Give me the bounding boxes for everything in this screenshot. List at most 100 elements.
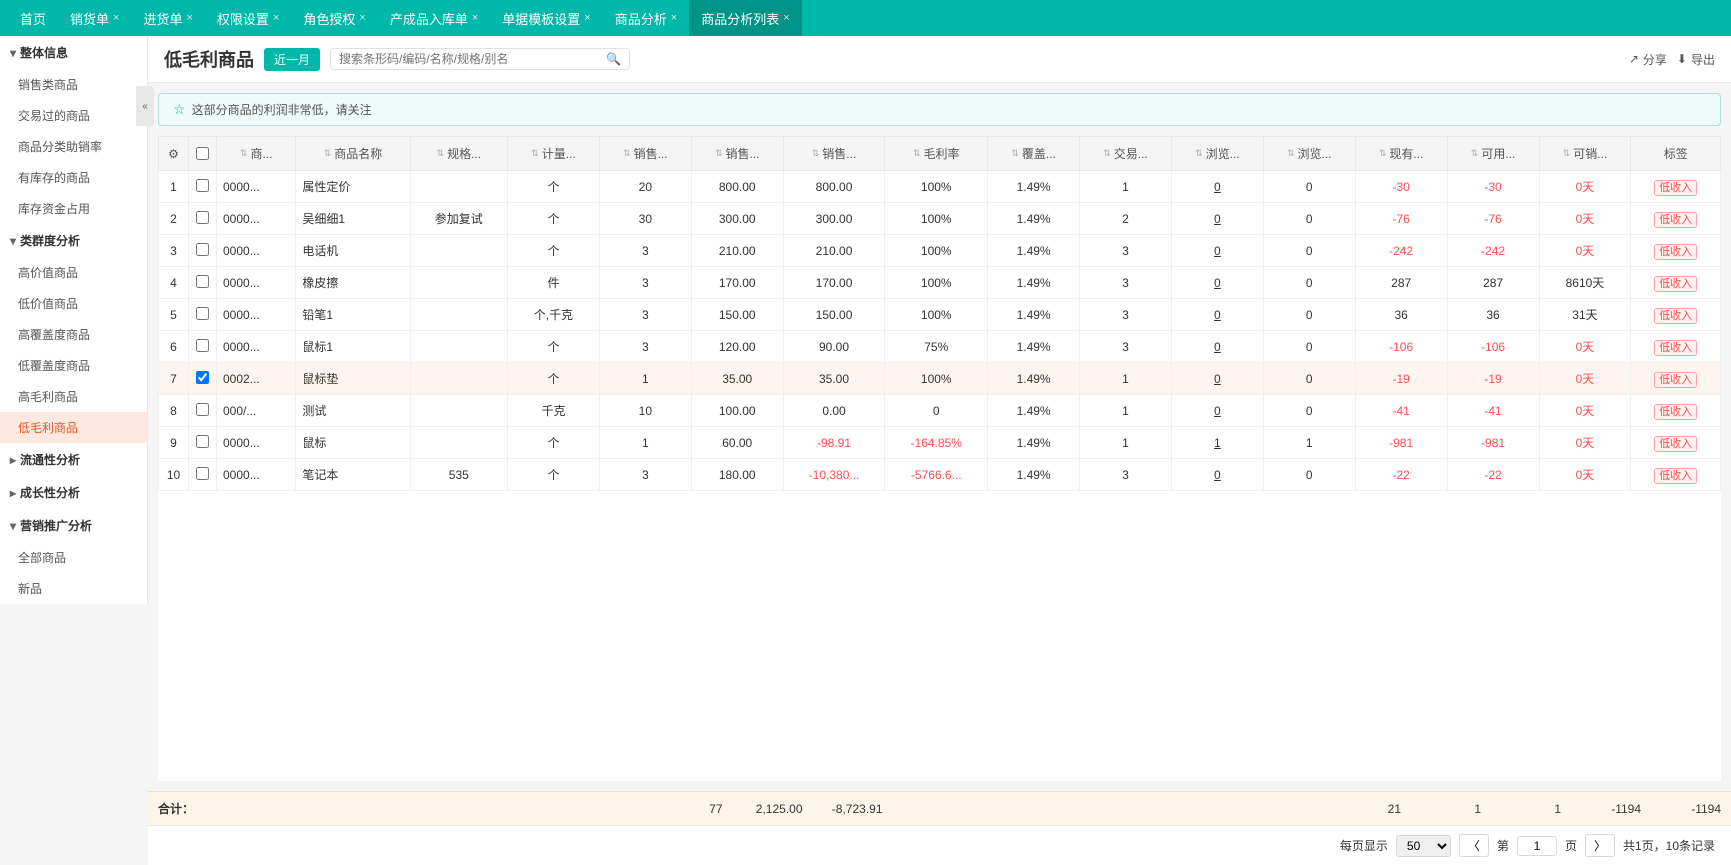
- nav-roles[interactable]: 角色授权 ×: [291, 0, 377, 36]
- nav-home[interactable]: 首页: [8, 0, 58, 36]
- cell-view1[interactable]: 0: [1171, 459, 1263, 491]
- row-checkbox[interactable]: [196, 211, 209, 224]
- nav-sales-close[interactable]: ×: [113, 12, 119, 24]
- nav-product-entry-close[interactable]: ×: [472, 12, 478, 24]
- row-checkbox[interactable]: [196, 243, 209, 256]
- sidebar-item-category-rate[interactable]: 商品分类助销率: [0, 131, 147, 162]
- table-container[interactable]: ⚙ ⇅商... ⇅商品名称 ⇅规格...: [158, 136, 1721, 781]
- nav-analysis-list[interactable]: 商品分析列表 ×: [689, 0, 801, 36]
- nav-purchase[interactable]: 进货单 ×: [131, 0, 204, 36]
- col-view2[interactable]: ⇅浏览...: [1263, 137, 1355, 171]
- row-checkbox[interactable]: [196, 307, 209, 320]
- view1-link[interactable]: 0: [1214, 340, 1221, 354]
- cell-view1[interactable]: 0: [1171, 171, 1263, 203]
- cell-check[interactable]: [189, 171, 217, 203]
- page-input[interactable]: [1517, 836, 1557, 856]
- col-check[interactable]: [189, 137, 217, 171]
- view1-link[interactable]: 0: [1214, 404, 1221, 418]
- sidebar-collapse-btn[interactable]: «: [136, 86, 154, 126]
- sidebar-section-growth[interactable]: ▸ 成长性分析: [0, 476, 147, 509]
- col-settings[interactable]: ⚙: [159, 137, 189, 171]
- cell-check[interactable]: [189, 235, 217, 267]
- search-box[interactable]: 🔍: [330, 48, 630, 70]
- view1-link[interactable]: 0: [1214, 244, 1221, 258]
- cell-view1[interactable]: 0: [1171, 299, 1263, 331]
- view1-link[interactable]: 0: [1214, 468, 1221, 482]
- col-gross-rate[interactable]: ⇅毛利率: [885, 137, 988, 171]
- select-all-checkbox[interactable]: [196, 147, 209, 160]
- cell-view1[interactable]: 0: [1171, 363, 1263, 395]
- sidebar-item-all-goods[interactable]: 全部商品: [0, 542, 147, 573]
- nav-permissions[interactable]: 权限设置 ×: [205, 0, 291, 36]
- cell-check[interactable]: [189, 331, 217, 363]
- nav-product-entry[interactable]: 产成品入库单 ×: [378, 0, 490, 36]
- col-current[interactable]: ⇅现有...: [1355, 137, 1447, 171]
- col-unit[interactable]: ⇅计量...: [508, 137, 600, 171]
- cell-check[interactable]: [189, 267, 217, 299]
- cell-check[interactable]: [189, 395, 217, 427]
- row-checkbox[interactable]: [196, 467, 209, 480]
- cell-view1[interactable]: 0: [1171, 395, 1263, 427]
- sidebar-item-low-margin[interactable]: 低毛利商品: [0, 412, 147, 443]
- nav-analysis[interactable]: 商品分析 ×: [603, 0, 689, 36]
- cell-check[interactable]: [189, 299, 217, 331]
- share-button[interactable]: ↗ 分享: [1629, 51, 1667, 68]
- nav-template[interactable]: 单据模板设置 ×: [490, 0, 602, 36]
- cell-view1[interactable]: 0: [1171, 331, 1263, 363]
- settings-icon[interactable]: ⚙: [168, 147, 179, 161]
- sidebar-item-traded-goods[interactable]: 交易过的商品: [0, 100, 147, 131]
- row-checkbox[interactable]: [196, 403, 209, 416]
- sidebar-section-overall[interactable]: ▾ 整体信息: [0, 36, 147, 69]
- view1-link[interactable]: 0: [1214, 180, 1221, 194]
- nav-purchase-close[interactable]: ×: [186, 12, 192, 24]
- cell-view1[interactable]: 0: [1171, 203, 1263, 235]
- view1-link[interactable]: 1: [1214, 436, 1221, 450]
- cell-check[interactable]: [189, 459, 217, 491]
- cell-check[interactable]: [189, 203, 217, 235]
- view1-link[interactable]: 0: [1214, 276, 1221, 290]
- sidebar-item-high-coverage[interactable]: 高覆盖度商品: [0, 319, 147, 350]
- cell-check[interactable]: [189, 363, 217, 395]
- row-checkbox[interactable]: [196, 275, 209, 288]
- view1-link[interactable]: 0: [1214, 308, 1221, 322]
- row-checkbox[interactable]: [196, 371, 209, 384]
- row-checkbox[interactable]: [196, 179, 209, 192]
- sidebar-item-in-stock[interactable]: 有库存的商品: [0, 162, 147, 193]
- view1-link[interactable]: 0: [1214, 372, 1221, 386]
- sidebar-section-cluster[interactable]: ▾ 类群度分析: [0, 224, 147, 257]
- sidebar-section-marketing[interactable]: ▾ 营销推广分析: [0, 509, 147, 542]
- cell-view1[interactable]: 0: [1171, 235, 1263, 267]
- sidebar-item-high-margin[interactable]: 高毛利商品: [0, 381, 147, 412]
- col-sales-amount[interactable]: ⇅销售...: [691, 137, 783, 171]
- col-sales-profit[interactable]: ⇅销售...: [783, 137, 885, 171]
- view1-link[interactable]: 0: [1214, 212, 1221, 226]
- period-button[interactable]: 近一月: [264, 48, 320, 71]
- sidebar-item-sales-goods[interactable]: 销售类商品: [0, 69, 147, 100]
- col-available[interactable]: ⇅可用...: [1447, 137, 1539, 171]
- col-sellable[interactable]: ⇅可销...: [1539, 137, 1631, 171]
- per-page-select[interactable]: 50 100 200: [1396, 835, 1451, 857]
- nav-analysis-list-close[interactable]: ×: [783, 12, 789, 24]
- col-view1[interactable]: ⇅浏览...: [1171, 137, 1263, 171]
- col-tag[interactable]: 标签: [1631, 137, 1721, 171]
- nav-roles-close[interactable]: ×: [359, 12, 365, 24]
- col-code[interactable]: ⇅商...: [217, 137, 296, 171]
- next-page-btn[interactable]: 〉: [1585, 834, 1615, 857]
- col-trade[interactable]: ⇅交易...: [1080, 137, 1172, 171]
- search-icon[interactable]: 🔍: [606, 52, 621, 66]
- cell-check[interactable]: [189, 427, 217, 459]
- sidebar-item-low-coverage[interactable]: 低覆盖度商品: [0, 350, 147, 381]
- row-checkbox[interactable]: [196, 435, 209, 448]
- sidebar-item-high-value[interactable]: 高价值商品: [0, 257, 147, 288]
- col-sales-qty[interactable]: ⇅销售...: [599, 137, 691, 171]
- nav-analysis-close[interactable]: ×: [671, 12, 677, 24]
- prev-page-btn[interactable]: 〈: [1459, 834, 1489, 857]
- search-input[interactable]: [339, 52, 600, 66]
- col-spec[interactable]: ⇅规格...: [410, 137, 507, 171]
- row-checkbox[interactable]: [196, 339, 209, 352]
- cell-view1[interactable]: 0: [1171, 267, 1263, 299]
- sidebar-section-liquidity[interactable]: ▸ 流通性分析: [0, 443, 147, 476]
- export-button[interactable]: ⬇ 导出: [1677, 51, 1715, 68]
- sidebar-item-new-goods[interactable]: 新品: [0, 573, 147, 604]
- cell-view1[interactable]: 1: [1171, 427, 1263, 459]
